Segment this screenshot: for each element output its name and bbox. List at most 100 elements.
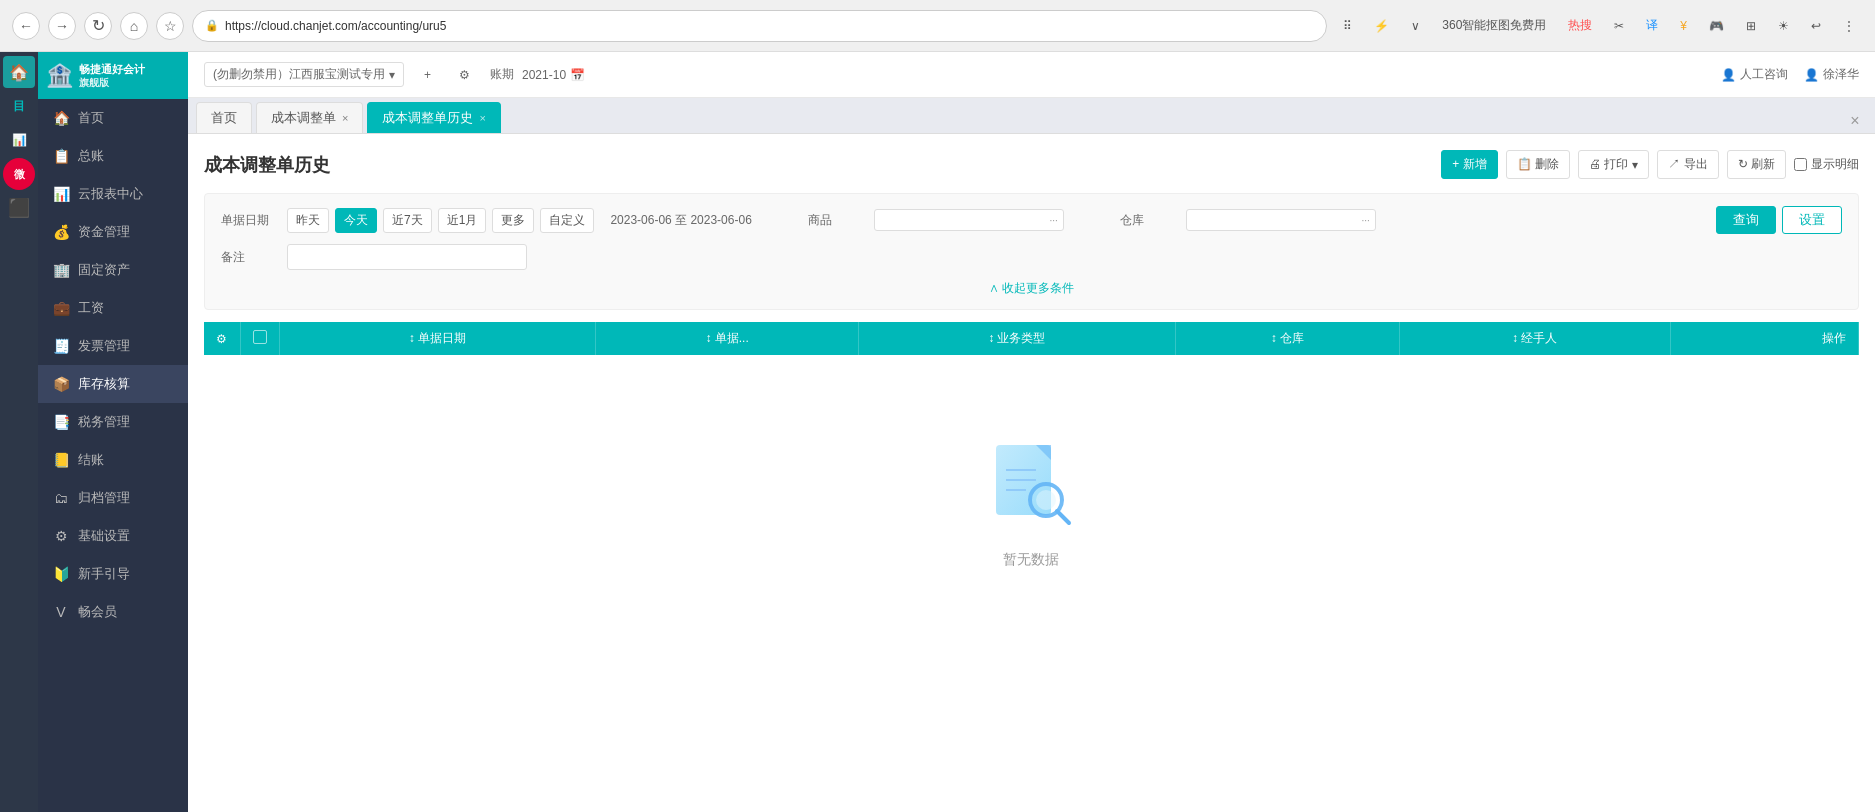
sidebar-item-9[interactable]: 📒结账 — [38, 441, 188, 479]
add-button[interactable]: + 新增 — [1441, 150, 1497, 179]
th-biztype[interactable]: ↕ 业务类型 — [858, 322, 1175, 355]
icon-sidebar-extra[interactable]: ⬛ — [3, 192, 35, 224]
icon-sidebar-ledger[interactable]: 目 — [3, 90, 35, 122]
url-bar[interactable]: 🔒 https://cloud.chanjet.com/accounting/u… — [192, 10, 1327, 42]
hot-search-btn[interactable]: 热搜 — [1560, 13, 1600, 38]
th-docno-label: ↕ 单据... — [705, 331, 748, 345]
icon-sidebar-weibo[interactable]: 微 — [3, 158, 35, 190]
sidebar-nav: 🏠首页📋总账📊云报表中心💰资金管理🏢固定资产💼工资🧾发票管理📦库存核算📑税务管理… — [38, 99, 188, 812]
undo-btn[interactable]: ↩ — [1803, 15, 1829, 37]
calendar-icon[interactable]: 📅 — [570, 68, 585, 82]
collapse-btn[interactable]: ∧ 收起更多条件 — [989, 280, 1074, 297]
tab-cost-adjust-label: 成本调整单 — [271, 109, 336, 127]
th-checkbox[interactable] — [240, 322, 279, 355]
logo-line2: 旗舰版 — [79, 76, 145, 89]
display-toggle[interactable]: 显示明细 — [1794, 156, 1859, 173]
service-label: 人工咨询 — [1740, 66, 1788, 83]
th-handler[interactable]: ↕ 经手人 — [1400, 322, 1671, 355]
svg-point-6 — [1036, 490, 1056, 510]
sidebar-item-12[interactable]: 🔰新手引导 — [38, 555, 188, 593]
sidebar-item-6[interactable]: 🧾发票管理 — [38, 327, 188, 365]
display-toggle-checkbox[interactable] — [1794, 158, 1807, 171]
query-button[interactable]: 查询 — [1716, 206, 1776, 234]
page-title: 成本调整单历史 — [204, 153, 330, 177]
lightning-btn[interactable]: ⚡ — [1366, 15, 1397, 37]
coin-btn[interactable]: ¥ — [1672, 15, 1695, 37]
tab-cost-adjust-history-close[interactable]: × — [479, 112, 485, 124]
settings-btn[interactable]: ⚙ — [451, 65, 478, 85]
delete-button[interactable]: 📋 删除 — [1506, 150, 1570, 179]
back-button[interactable]: ← — [12, 12, 40, 40]
date-range-display: 2023-06-06 至 2023-06-06 — [610, 212, 751, 229]
sidebar-item-5[interactable]: 💼工资 — [38, 289, 188, 327]
remark-input[interactable] — [287, 244, 527, 270]
export-button[interactable]: ↗ 导出 — [1657, 150, 1718, 179]
sidebar-item-10[interactable]: 🗂归档管理 — [38, 479, 188, 517]
settings-button[interactable]: 设置 — [1782, 206, 1842, 234]
tab-home[interactable]: 首页 — [196, 102, 252, 133]
tabs-bar: 首页 成本调整单 × 成本调整单历史 × × — [188, 98, 1875, 134]
sidebar-item-2[interactable]: 📊云报表中心 — [38, 175, 188, 213]
sidebar-item-0[interactable]: 🏠首页 — [38, 99, 188, 137]
star-button[interactable]: ☆ — [156, 12, 184, 40]
content-close-btn[interactable]: × — [1843, 109, 1867, 133]
extensions-btn[interactable]: ⠿ — [1335, 15, 1360, 37]
theme-btn[interactable]: ☀ — [1770, 15, 1797, 37]
scissors-btn[interactable]: ✂ — [1606, 15, 1632, 37]
product-input[interactable] — [874, 209, 1064, 231]
icon-sidebar-reports[interactable]: 📊 — [3, 124, 35, 156]
icon-sidebar-home[interactable]: 🏠 — [3, 56, 35, 88]
sidebar-label-9: 结账 — [78, 451, 104, 469]
th-setting[interactable]: ⚙ — [204, 322, 240, 355]
period-display: 账期 2021-10 📅 — [490, 66, 585, 83]
tab-cost-adjust[interactable]: 成本调整单 × — [256, 102, 363, 133]
user-btn[interactable]: 👤 徐泽华 — [1804, 66, 1859, 83]
week7-btn[interactable]: 近7天 — [383, 208, 432, 233]
home-button[interactable]: ⌂ — [120, 12, 148, 40]
sidebar-item-1[interactable]: 📋总账 — [38, 137, 188, 175]
360-search-btn[interactable]: 360智能抠图免费用 — [1434, 13, 1554, 38]
sidebar-label-2: 云报表中心 — [78, 185, 143, 203]
more-btn[interactable]: 更多 — [492, 208, 534, 233]
sidebar-icon-3: 💰 — [52, 224, 70, 240]
game-btn[interactable]: 🎮 — [1701, 15, 1732, 37]
sidebar-item-8[interactable]: 📑税务管理 — [38, 403, 188, 441]
icon-sidebar: 🏠 目 📊 微 ⬛ — [0, 52, 38, 812]
today-btn[interactable]: 今天 — [335, 208, 377, 233]
company-selector[interactable]: (勿删勿禁用）江西服宝测试专用 ▾ — [204, 62, 404, 87]
empty-text: 暂无数据 — [1003, 551, 1059, 569]
tab-cost-adjust-history-label: 成本调整单历史 — [382, 109, 473, 127]
sidebar-icon-1: 📋 — [52, 148, 70, 164]
sidebar-label-10: 归档管理 — [78, 489, 130, 507]
add-doc-btn[interactable]: + — [416, 65, 439, 85]
forward-button[interactable]: → — [48, 12, 76, 40]
sidebar-item-4[interactable]: 🏢固定资产 — [38, 251, 188, 289]
warehouse-select-wrap — [1186, 209, 1376, 231]
sidebar-item-3[interactable]: 💰资金管理 — [38, 213, 188, 251]
date-filter-label: 单据日期 — [221, 212, 271, 229]
yesterday-btn[interactable]: 昨天 — [287, 208, 329, 233]
sidebar-item-13[interactable]: V畅会员 — [38, 593, 188, 631]
th-date[interactable]: ↕ 单据日期 — [279, 322, 596, 355]
custom-btn[interactable]: 自定义 — [540, 208, 594, 233]
th-warehouse[interactable]: ↕ 仓库 — [1175, 322, 1399, 355]
refresh-button[interactable]: ↻ — [84, 12, 112, 40]
tab-cost-adjust-close[interactable]: × — [342, 112, 348, 124]
more-menu-btn[interactable]: ⋮ — [1835, 15, 1863, 37]
translate-btn[interactable]: 译 — [1638, 13, 1666, 38]
th-biztype-label: ↕ 业务类型 — [988, 331, 1045, 345]
service-btn[interactable]: 👤 人工咨询 — [1721, 66, 1788, 83]
th-docno[interactable]: ↕ 单据... — [596, 322, 859, 355]
expand-btn[interactable]: ∨ — [1403, 15, 1428, 37]
grid-btn[interactable]: ⊞ — [1738, 15, 1764, 37]
tab-cost-adjust-history[interactable]: 成本调整单历史 × — [367, 102, 500, 133]
add-btn-label: + 新增 — [1452, 156, 1486, 173]
warehouse-input[interactable] — [1186, 209, 1376, 231]
refresh-button[interactable]: ↻ 刷新 — [1727, 150, 1786, 179]
period-value: 2021-10 — [522, 68, 566, 82]
print-button[interactable]: 🖨 打印 ▾ — [1578, 150, 1649, 179]
month1-btn[interactable]: 近1月 — [438, 208, 487, 233]
sidebar-item-11[interactable]: ⚙基础设置 — [38, 517, 188, 555]
settings-icon: ⚙ — [459, 68, 470, 82]
sidebar-item-7[interactable]: 📦库存核算 — [38, 365, 188, 403]
